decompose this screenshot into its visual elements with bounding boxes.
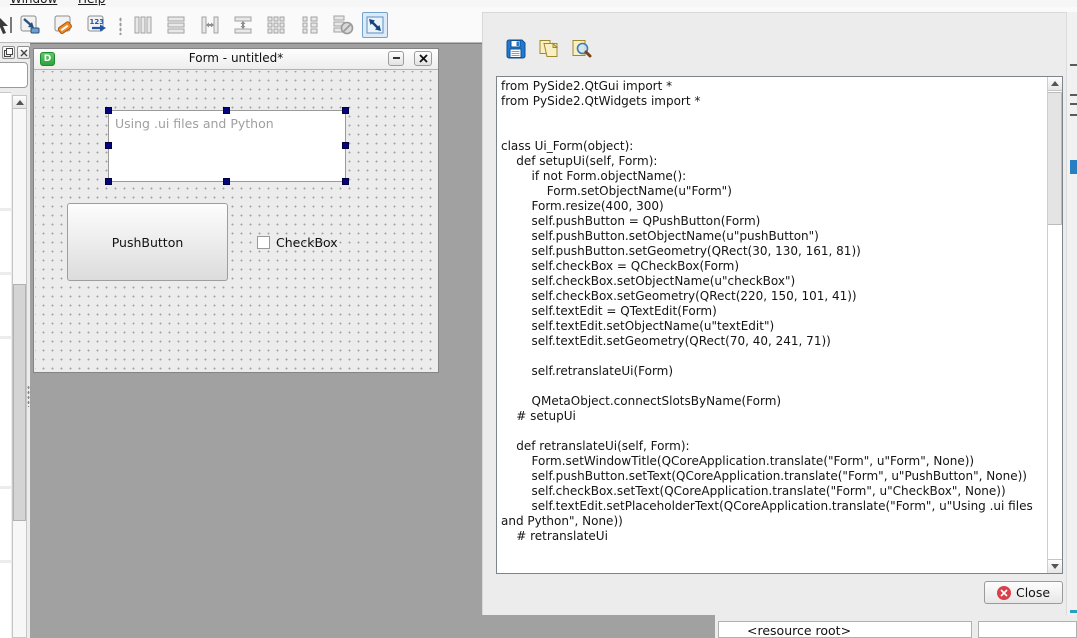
save-icon bbox=[504, 38, 526, 60]
pushbutton-widget[interactable]: PushButton bbox=[67, 203, 228, 281]
edge-mark bbox=[1070, 94, 1077, 96]
dock-float-button[interactable] bbox=[2, 46, 15, 59]
signal-slot-icon bbox=[19, 14, 41, 36]
scroll-up-icon[interactable] bbox=[13, 96, 26, 109]
checkbox-box[interactable] bbox=[257, 236, 270, 249]
dock-splitter-handle[interactable] bbox=[27, 385, 30, 407]
close-window-button[interactable] bbox=[414, 51, 432, 66]
form-editor-window: D Form - untitled* Using .ui files and P… bbox=[33, 48, 439, 373]
splitter-horizontal-icon bbox=[200, 15, 220, 35]
grid-layout-icon bbox=[266, 15, 286, 35]
scrollbar-thumb[interactable] bbox=[13, 284, 26, 521]
selection-handle[interactable] bbox=[342, 107, 349, 114]
form-window-titlebar[interactable]: D Form - untitled* bbox=[34, 49, 438, 70]
form-window-title: Form - untitled* bbox=[34, 51, 438, 65]
checkbox-widget[interactable]: CheckBox bbox=[257, 235, 338, 250]
copy-icon bbox=[537, 38, 559, 60]
scroll-up-icon[interactable] bbox=[1048, 77, 1062, 91]
code-view[interactable]: from PySide2.QtGui import * from PySide2… bbox=[496, 76, 1063, 574]
buddy-tag-icon bbox=[53, 14, 75, 36]
menu-help[interactable]: Help bbox=[78, 0, 105, 6]
selection-handle[interactable] bbox=[105, 178, 112, 185]
code-scrollbar[interactable] bbox=[1047, 77, 1062, 573]
widget-box-scrollbar[interactable] bbox=[12, 95, 27, 638]
checkbox-label: CheckBox bbox=[276, 235, 338, 250]
splitter-vertical-icon bbox=[233, 15, 253, 35]
scrollbar-thumb[interactable] bbox=[1048, 92, 1062, 225]
selection-handle[interactable] bbox=[105, 142, 112, 149]
selection-handle[interactable] bbox=[342, 178, 349, 185]
break-layout-icon bbox=[332, 14, 354, 36]
menu-window[interactable]: Window bbox=[10, 0, 57, 6]
save-code-button[interactable] bbox=[502, 36, 528, 62]
find-icon bbox=[570, 38, 592, 60]
edge-mark bbox=[1070, 103, 1077, 105]
layout-vertically-button[interactable] bbox=[163, 12, 189, 38]
scroll-down-icon[interactable] bbox=[1048, 559, 1062, 573]
layout-form-button[interactable] bbox=[297, 12, 323, 38]
close-dialog-button[interactable]: Close bbox=[984, 581, 1063, 604]
form-canvas[interactable]: Using .ui files and Python PushButton Ch… bbox=[35, 71, 437, 371]
selection-handle[interactable] bbox=[223, 107, 230, 114]
edge-mark bbox=[1070, 114, 1077, 116]
list-separator bbox=[0, 208, 11, 211]
form-layout-icon bbox=[300, 15, 320, 35]
generated-python-code[interactable]: from PySide2.QtGui import * from PySide2… bbox=[501, 79, 1044, 544]
mdi-area-bottom bbox=[482, 615, 715, 638]
list-separator bbox=[0, 272, 11, 275]
list-separator bbox=[0, 560, 11, 563]
dock-close-button[interactable] bbox=[17, 46, 30, 59]
textedit-widget[interactable]: Using .ui files and Python bbox=[108, 110, 346, 182]
edit-tab-order-button[interactable]: 123 bbox=[84, 12, 110, 38]
selection-handle[interactable] bbox=[223, 178, 230, 185]
edit-widgets-button[interactable] bbox=[0, 12, 15, 38]
toolbar-separator bbox=[119, 17, 122, 35]
resource-browser-dock: <resource root> bbox=[715, 615, 1077, 638]
edge-mark bbox=[1070, 64, 1077, 66]
selection-handle[interactable] bbox=[342, 142, 349, 149]
edge-accent-mark bbox=[1070, 610, 1077, 613]
edit-buddies-button[interactable] bbox=[51, 12, 77, 38]
break-layout-button[interactable] bbox=[330, 12, 356, 38]
layout-horizontal-splitter-button[interactable] bbox=[197, 12, 223, 38]
layout-grid-button[interactable] bbox=[263, 12, 289, 38]
pointer-icon bbox=[0, 14, 13, 36]
resource-detail-panel[interactable] bbox=[978, 621, 1077, 638]
minimize-button[interactable] bbox=[388, 51, 404, 66]
find-code-button[interactable] bbox=[568, 36, 594, 62]
svg-text:123: 123 bbox=[90, 18, 105, 26]
layout-vertical-splitter-button[interactable] bbox=[230, 12, 256, 38]
adjust-size-button[interactable] bbox=[362, 12, 388, 38]
close-icon bbox=[997, 586, 1011, 600]
adjust-size-icon bbox=[364, 14, 386, 36]
edit-signals-slots-button[interactable] bbox=[17, 12, 43, 38]
resource-root-item[interactable]: <resource root> bbox=[747, 623, 851, 638]
selection-handle[interactable] bbox=[105, 107, 112, 114]
code-preview-dialog: from PySide2.QtGui import * from PySide2… bbox=[482, 12, 1066, 615]
layout-horizontally-button[interactable] bbox=[130, 12, 156, 38]
resource-tree-panel[interactable]: <resource root> bbox=[718, 621, 972, 638]
qt-designer-screen: Window Help 123 bbox=[0, 0, 1077, 638]
widget-box-panel bbox=[0, 43, 30, 638]
copy-code-button[interactable] bbox=[535, 36, 561, 62]
close-button-label: Close bbox=[1016, 585, 1050, 600]
textedit-placeholder: Using .ui files and Python bbox=[115, 116, 274, 131]
list-separator bbox=[0, 336, 11, 339]
tab-order-123-icon: 123 bbox=[86, 14, 108, 36]
list-separator bbox=[0, 486, 11, 489]
layout-columns-icon bbox=[133, 15, 153, 35]
layout-rows-icon bbox=[166, 15, 186, 35]
widget-box-list[interactable] bbox=[0, 92, 11, 638]
right-edge-panel bbox=[1066, 12, 1077, 615]
pushbutton-label: PushButton bbox=[112, 235, 184, 250]
menubar: Window Help bbox=[0, 0, 1077, 7]
widget-filter-input[interactable] bbox=[0, 62, 28, 88]
edge-accent-mark bbox=[1070, 160, 1077, 174]
